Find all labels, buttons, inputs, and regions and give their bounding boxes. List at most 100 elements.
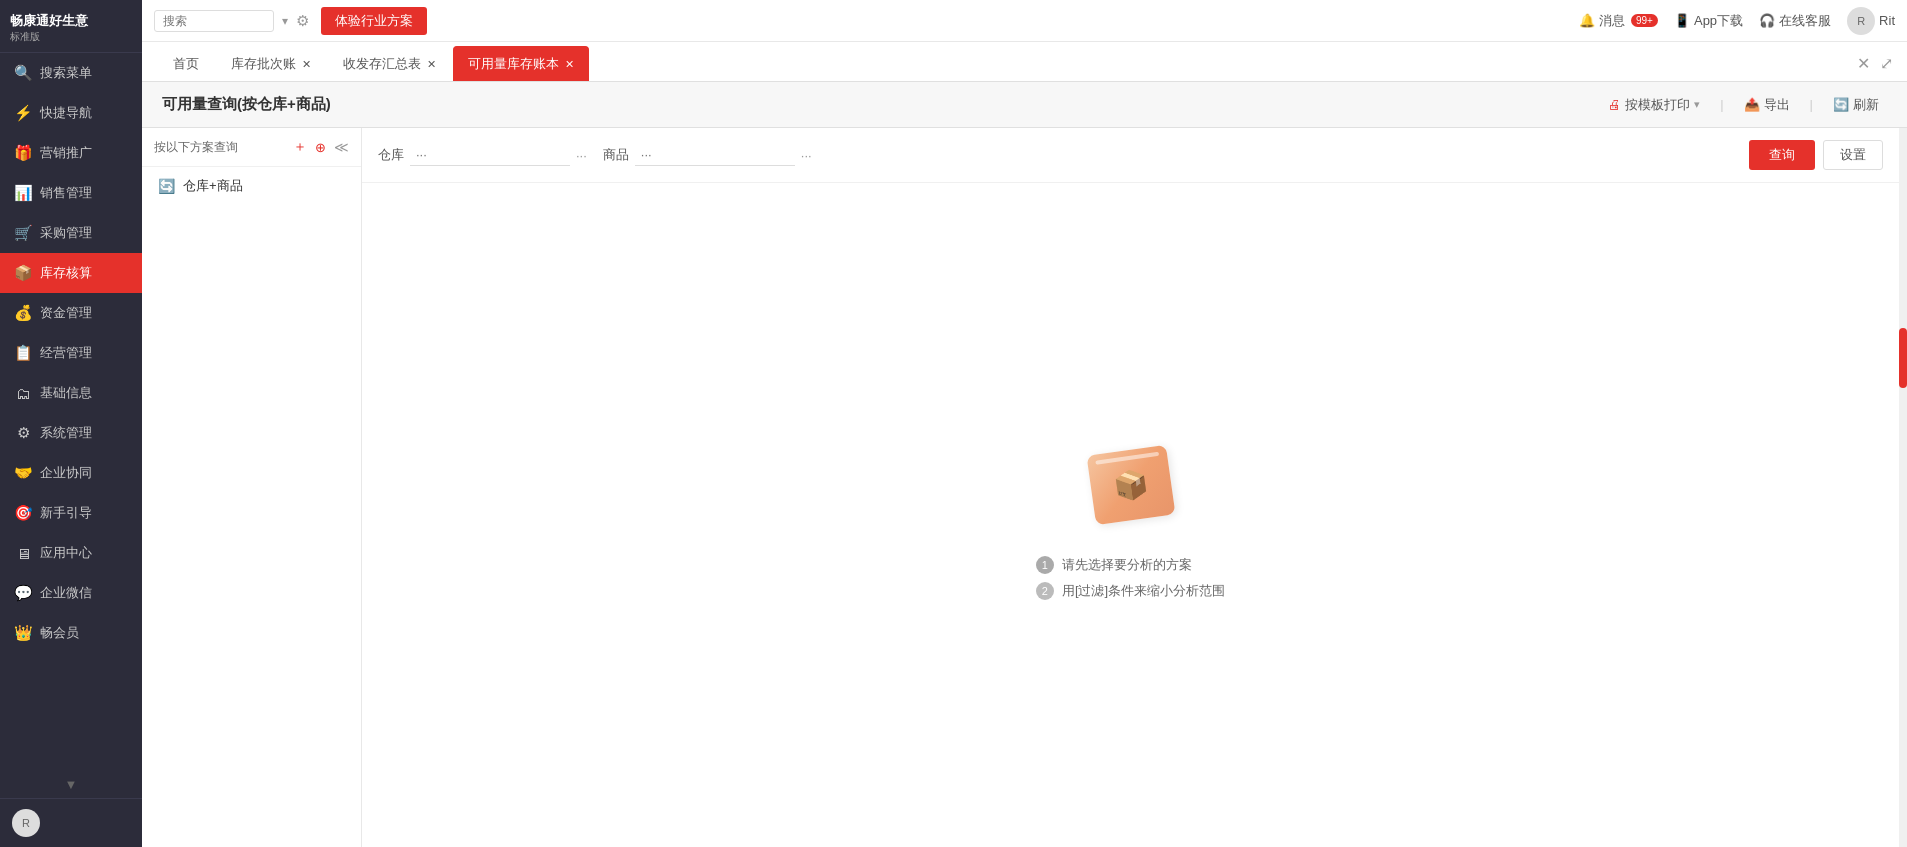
tab-batch-ledger[interactable]: 库存批次账 ✕ (216, 46, 326, 81)
sidebar-item-member[interactable]: 👑 畅会员 (0, 613, 142, 653)
chat-icon: 💬 (14, 584, 32, 602)
tab-available-ledger[interactable]: 可用量库存账本 ✕ (453, 46, 589, 81)
main-container: ▾ ⚙ 体验行业方案 🔔 消息 99+ 📱 App下载 🎧 在线客服 R Rit (142, 0, 1907, 847)
cycle-icon: 🔄 (158, 178, 175, 194)
topbar-search-input[interactable] (154, 10, 274, 32)
online-service-label: 在线客服 (1779, 12, 1831, 30)
actions-divider-2: | (1810, 97, 1813, 112)
empty-hint-1: 1 请先选择要分析的方案 (1036, 556, 1225, 574)
notification-label: 消息 (1599, 12, 1625, 30)
sidebar-user-area[interactable]: R (0, 798, 142, 847)
hint-text-1: 请先选择要分析的方案 (1062, 556, 1192, 574)
chart-icon: 📊 (14, 184, 32, 202)
window-close-icon[interactable]: ✕ (1857, 54, 1870, 73)
headset-icon: 🎧 (1759, 13, 1775, 28)
target-icon: 🎯 (14, 504, 32, 522)
goods-more-icon[interactable]: ··· (801, 148, 812, 163)
tab-available-ledger-close[interactable]: ✕ (565, 58, 574, 71)
empty-box-face: 📦 (1086, 445, 1175, 525)
add-scheme-icon[interactable]: ＋ (293, 138, 307, 156)
filter-panel-title: 按以下方案查询 (154, 139, 285, 156)
settings-button[interactable]: 设置 (1823, 140, 1883, 170)
sidebar-item-label: 畅会员 (40, 624, 79, 642)
tab-batch-ledger-label: 库存批次账 (231, 55, 296, 73)
sidebar-item-wechat[interactable]: 💬 企业微信 (0, 573, 142, 613)
warehouse-more-icon[interactable]: ··· (576, 148, 587, 163)
printer-icon: 🖨 (1608, 97, 1621, 112)
collapse-panel-icon[interactable]: ≪ (334, 139, 349, 155)
sidebar-scroll-down[interactable]: ▼ (0, 771, 142, 798)
notification-item[interactable]: 🔔 消息 99+ (1579, 12, 1658, 30)
sidebar-item-sales[interactable]: 📊 销售管理 (0, 173, 142, 213)
sidebar-item-basic-info[interactable]: 🗂 基础信息 (0, 373, 142, 413)
tab-receipt-summary-close[interactable]: ✕ (427, 58, 436, 71)
scheme-settings-icon[interactable]: ⊕ (315, 140, 326, 155)
scrollbar-thumb[interactable] (1899, 328, 1907, 388)
crown-icon: 👑 (14, 624, 32, 642)
clipboard-icon: 📋 (14, 344, 32, 362)
refresh-label: 刷新 (1853, 96, 1879, 114)
query-area: 仓库 ··· 商品 ··· 查询 设置 📦 (362, 128, 1899, 847)
filter-option-warehouse-goods[interactable]: 🔄 仓库+商品 (142, 167, 361, 205)
empty-illustration: 📦 (1071, 430, 1191, 540)
topbar-avatar: R (1847, 7, 1875, 35)
tab-home[interactable]: 首页 (158, 46, 214, 81)
sidebar-item-label: 企业微信 (40, 584, 92, 602)
filter-option-label: 仓库+商品 (183, 177, 243, 195)
sidebar-item-system[interactable]: ⚙ 系统管理 (0, 413, 142, 453)
page-actions: 🖨 按模板打印 ▾ | 📤 导出 | 🔄 刷新 (1600, 92, 1887, 118)
notification-count: 99+ (1631, 14, 1658, 27)
tabbar: 首页 库存批次账 ✕ 收发存汇总表 ✕ 可用量库存账本 ✕ ✕ ⤢ (142, 42, 1907, 82)
query-button[interactable]: 查询 (1749, 140, 1815, 170)
sidebar-item-shortcut[interactable]: ⚡ 快捷导航 (0, 93, 142, 133)
sidebar-item-finance[interactable]: 💰 资金管理 (0, 293, 142, 333)
sidebar-item-label: 系统管理 (40, 424, 92, 442)
hint-text-2: 用[过滤]条件来缩小分析范围 (1062, 582, 1225, 600)
topbar-right: 🔔 消息 99+ 📱 App下载 🎧 在线客服 R Rit (1579, 7, 1895, 35)
trial-btn[interactable]: 体验行业方案 (321, 7, 427, 35)
refresh-icon: 🔄 (1833, 97, 1849, 112)
print-template-btn[interactable]: 🖨 按模板打印 ▾ (1600, 92, 1708, 118)
goods-input[interactable] (635, 144, 795, 166)
topbar-gear-icon[interactable]: ⚙ (296, 12, 309, 30)
money-icon: 💰 (14, 304, 32, 322)
warehouse-label: 仓库 (378, 146, 404, 164)
warehouse-input[interactable] (410, 144, 570, 166)
sidebar-item-purchase[interactable]: 🛒 采购管理 (0, 213, 142, 253)
sidebar-item-inventory[interactable]: 📦 库存核算 (0, 253, 142, 293)
sidebar: 畅康通好生意 标准版 🔍 搜索菜单 ⚡ 快捷导航 🎁 营销推广 📊 销售管理 🛒… (0, 0, 142, 847)
online-service-item[interactable]: 🎧 在线客服 (1759, 12, 1831, 30)
sidebar-item-app-center[interactable]: 🖥 应用中心 (0, 533, 142, 573)
sidebar-item-operations[interactable]: 📋 经营管理 (0, 333, 142, 373)
sidebar-item-search[interactable]: 🔍 搜索菜单 (0, 53, 142, 93)
export-btn[interactable]: 📤 导出 (1736, 92, 1798, 118)
sidebar-item-label: 库存核算 (40, 264, 92, 282)
goods-filter: 商品 ··· (603, 144, 812, 166)
page-title: 可用量查询(按仓库+商品) (162, 95, 1600, 114)
tab-receipt-summary-label: 收发存汇总表 (343, 55, 421, 73)
tab-receipt-summary[interactable]: 收发存汇总表 ✕ (328, 46, 451, 81)
sidebar-item-label: 经营管理 (40, 344, 92, 362)
right-scrollbar[interactable] (1899, 128, 1907, 847)
dropdown-chevron-icon[interactable]: ▾ (282, 14, 288, 28)
window-expand-icon[interactable]: ⤢ (1880, 54, 1893, 73)
page-header: 可用量查询(按仓库+商品) 🖨 按模板打印 ▾ | 📤 导出 | 🔄 刷新 (142, 82, 1907, 128)
filter-panel-header: 按以下方案查询 ＋ ⊕ ≪ (142, 128, 361, 167)
sidebar-item-newbie[interactable]: 🎯 新手引导 (0, 493, 142, 533)
tab-home-label: 首页 (173, 55, 199, 73)
topbar: ▾ ⚙ 体验行业方案 🔔 消息 99+ 📱 App下载 🎧 在线客服 R Rit (142, 0, 1907, 42)
sidebar-item-enterprise[interactable]: 🤝 企业协同 (0, 453, 142, 493)
warehouse-filter: 仓库 ··· (378, 144, 587, 166)
sidebar-item-marketing[interactable]: 🎁 营销推广 (0, 133, 142, 173)
sidebar-scroll: 🔍 搜索菜单 ⚡ 快捷导航 🎁 营销推广 📊 销售管理 🛒 采购管理 📦 库存核… (0, 53, 142, 771)
gear-icon: ⚙ (14, 424, 32, 442)
user-profile-item[interactable]: R Rit (1847, 7, 1895, 35)
print-template-label: 按模板打印 (1625, 96, 1690, 114)
tab-batch-ledger-close[interactable]: ✕ (302, 58, 311, 71)
sidebar-item-label: 新手引导 (40, 504, 92, 522)
refresh-btn[interactable]: 🔄 刷新 (1825, 92, 1887, 118)
sidebar-avatar: R (12, 809, 40, 837)
app-download-item[interactable]: 📱 App下载 (1674, 12, 1743, 30)
app-download-label: App下载 (1694, 12, 1743, 30)
print-dropdown-icon[interactable]: ▾ (1694, 98, 1700, 111)
